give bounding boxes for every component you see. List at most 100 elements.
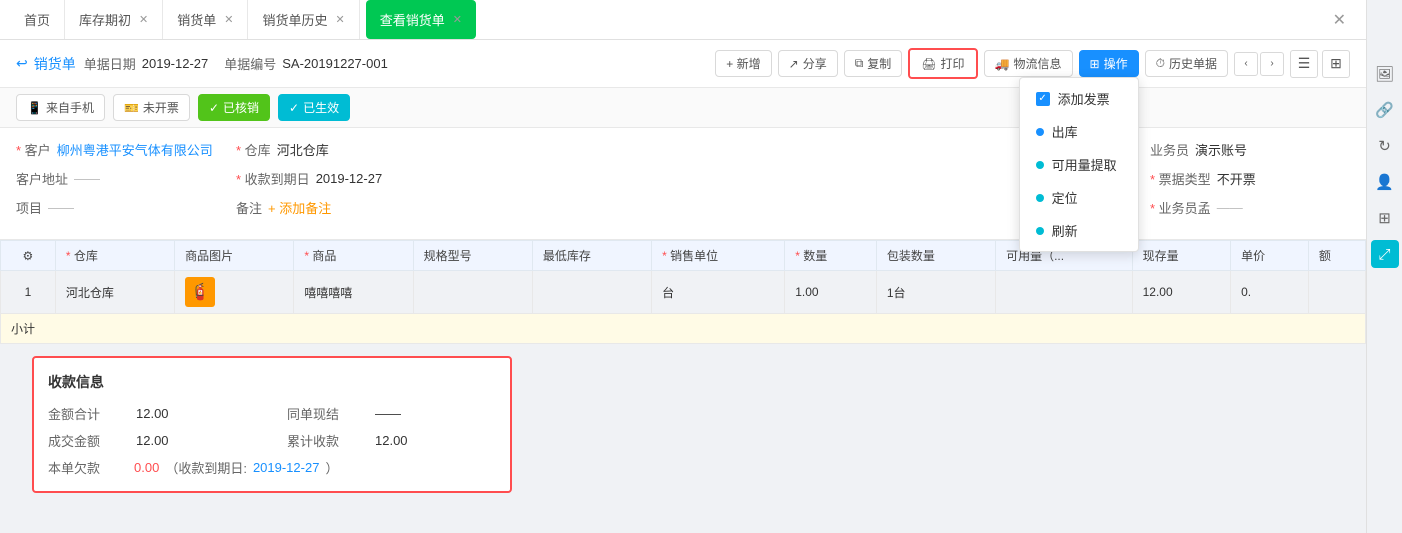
tab-inventory-init[interactable]: 库存期初 ✕ xyxy=(65,0,163,39)
close-tab-inventory[interactable]: ✕ xyxy=(139,13,148,26)
doc-title: ↩ 销货单 xyxy=(16,54,76,74)
same-order-settlement-item: 同单现结 —— xyxy=(287,404,496,423)
table-section: ⚙ 仓库 商品图片 商品 规格型号 最低库存 销售单位 数量 包装数量 可用量（… xyxy=(0,240,1366,344)
staff-field: 业务员 演示账号 xyxy=(1150,140,1350,159)
warehouse-col-header: 仓库 xyxy=(55,241,174,271)
deal-amount-value: 12.00 xyxy=(136,433,169,448)
data-table: ⚙ 仓库 商品图片 商品 规格型号 最低库存 销售单位 数量 包装数量 可用量（… xyxy=(0,240,1366,344)
tab-sales-order[interactable]: 销货单 ✕ xyxy=(163,0,248,39)
row-product: 嘻嘻嘻嘻 xyxy=(294,271,413,314)
row-min-stock xyxy=(532,271,651,314)
grid-icon: ⊞ xyxy=(1090,57,1100,71)
payment-due-field: 收款到期日 2019-12-27 xyxy=(236,169,436,188)
tab-bar: 首页 库存期初 ✕ 销货单 ✕ 销货单历史 ✕ 查看销货单 ✕ ✕ xyxy=(0,0,1366,40)
dropdown-add-invoice[interactable]: ✓ 添加发票 xyxy=(1020,82,1138,115)
toolbar-row: 📱 来自手机 🎫 未开票 ✓ 已核销 ✓ 已生效 xyxy=(0,88,1366,128)
row-warehouse: 河北仓库 xyxy=(55,271,174,314)
sales-unit-col-header: 销售单位 xyxy=(652,241,785,271)
effective-icon: ✓ xyxy=(289,101,299,115)
row-unit-price: 0. xyxy=(1231,271,1309,314)
tab-view-sales[interactable]: 查看销货单 ✕ xyxy=(366,0,476,39)
payment-due-value: 2019-12-27 xyxy=(316,171,383,186)
deal-amount-item: 成交金额 12.00 xyxy=(48,431,257,450)
unit-price-col-header: 单价 xyxy=(1231,241,1309,271)
refresh-dot xyxy=(1036,227,1044,235)
project-field: 项目 —— xyxy=(16,198,216,217)
sidebar-link-icon[interactable]: 🔗 xyxy=(1371,96,1399,124)
from-mobile-button[interactable]: 📱 来自手机 xyxy=(16,94,105,121)
nav-arrows: ‹ › xyxy=(1234,52,1284,76)
available-qty-dot xyxy=(1036,161,1044,169)
sidebar-expand-icon[interactable]: ⤢ xyxy=(1371,240,1399,268)
deal-amount-label: 成交金额 xyxy=(48,431,128,450)
row-product-img: 🧯 xyxy=(175,271,294,314)
subtotal-row: 小计 xyxy=(1,314,1366,344)
logistics-button[interactable]: 🚚 物流信息 xyxy=(984,50,1073,77)
confirmed-button[interactable]: ✓ 已核销 xyxy=(198,94,270,121)
effective-button[interactable]: ✓ 已生效 xyxy=(278,94,350,121)
cumulative-receipt-value: 12.00 xyxy=(375,433,408,448)
operations-dropdown-menu: ✓ 添加发票 出库 可用量提取 定位 xyxy=(1019,77,1139,252)
address-value: —— xyxy=(74,171,100,186)
dropdown-out-warehouse[interactable]: 出库 xyxy=(1020,115,1138,148)
list-view-icon[interactable]: ☰ xyxy=(1290,50,1318,78)
total-amount-value: 12.00 xyxy=(136,406,169,421)
cumulative-receipt-item: 累计收款 12.00 xyxy=(287,431,496,450)
sidebar-user-icon[interactable]: 👤 xyxy=(1371,168,1399,196)
staff-value: 演示账号 xyxy=(1195,140,1247,159)
right-sidebar: 🖼 🔗 ↻ 👤 ⊞ ⤢ xyxy=(1366,0,1402,533)
order-balance-value: 0.00 xyxy=(134,460,159,475)
package-qty-col-header: 包装数量 xyxy=(876,241,995,271)
row-package-qty: 1台 xyxy=(876,271,995,314)
print-icon: 🖨 xyxy=(921,57,936,71)
sidebar-refresh-icon[interactable]: ↻ xyxy=(1371,132,1399,160)
doc-title-icon: ↩ xyxy=(16,55,28,72)
sidebar-image-icon[interactable]: 🖼 xyxy=(1371,60,1399,88)
salesperson-value: —— xyxy=(1217,200,1243,215)
warehouse-field: 仓库 河北仓库 xyxy=(236,140,436,159)
dropdown-available-qty[interactable]: 可用量提取 xyxy=(1020,148,1138,181)
not-opened-button[interactable]: 🎫 未开票 xyxy=(113,94,190,121)
copy-button[interactable]: ⧉ 复制 xyxy=(844,50,903,77)
order-balance-item: 本单欠款 0.00 （收款到期日: 2019-12-27 ） xyxy=(48,458,496,477)
close-tab-view-sales[interactable]: ✕ xyxy=(453,13,462,26)
next-arrow[interactable]: › xyxy=(1260,52,1284,76)
print-btn-wrapper: 🖨 打印 xyxy=(908,48,977,79)
copy-icon: ⧉ xyxy=(855,56,864,71)
table-header-row: ⚙ 仓库 商品图片 商品 规格型号 最低库存 销售单位 数量 包装数量 可用量（… xyxy=(1,241,1366,271)
form-row-3: 项目 —— 备注 + 添加备注 业务员孟 —— xyxy=(16,198,1350,217)
order-balance-label: 本单欠款 xyxy=(48,458,128,477)
doc-number: 单据编号 SA-20191227-001 xyxy=(224,54,388,73)
tab-sales-history[interactable]: 销货单历史 ✕ xyxy=(248,0,359,39)
close-tab-sales-order[interactable]: ✕ xyxy=(224,13,233,26)
row-sales-unit: 台 xyxy=(652,271,785,314)
row-quantity: 1.00 xyxy=(785,271,877,314)
due-date-value: 2019-12-27 xyxy=(253,460,320,475)
same-order-label: 同单现结 xyxy=(287,404,367,423)
cumulative-receipt-label: 累计收款 xyxy=(287,431,367,450)
settings-col-header[interactable]: ⚙ xyxy=(1,241,56,271)
customer-value[interactable]: 柳州粤港平安气体有限公司 xyxy=(57,140,213,159)
history-button[interactable]: ⏱ 历史单据 xyxy=(1145,50,1228,77)
dropdown-location[interactable]: 定位 xyxy=(1020,181,1138,214)
sidebar-table-icon[interactable]: ⊞ xyxy=(1371,204,1399,232)
new-button[interactable]: + 新增 xyxy=(715,50,771,77)
operations-button[interactable]: ⊞ 操作 xyxy=(1079,50,1139,77)
share-button[interactable]: ↗ 分享 xyxy=(778,50,838,77)
close-tab-sales-history[interactable]: ✕ xyxy=(336,13,345,26)
form-section: 客户 柳州粤港平安气体有限公司 仓库 河北仓库 业务员 演示账号 客户地址 ——… xyxy=(0,128,1366,240)
grid-view-icon[interactable]: ⊞ xyxy=(1322,50,1350,78)
note-field: 备注 + 添加备注 xyxy=(236,198,436,217)
tab-home[interactable]: 首页 xyxy=(10,0,65,39)
ticket-icon: 🎫 xyxy=(124,101,139,115)
print-button[interactable]: 🖨 打印 xyxy=(911,51,974,76)
add-note-button[interactable]: + 添加备注 xyxy=(268,198,331,217)
dropdown-refresh[interactable]: 刷新 xyxy=(1020,214,1138,247)
doc-actions: + 新增 ↗ 分享 ⧉ 复制 🖨 打印 🚚 物流信息 ⊞ xyxy=(715,48,1350,79)
close-all-tabs[interactable]: ✕ xyxy=(1323,10,1356,30)
check-icon: ✓ xyxy=(209,101,219,115)
prev-arrow[interactable]: ‹ xyxy=(1234,52,1258,76)
truck-icon: 🚚 xyxy=(995,57,1010,71)
row-available xyxy=(996,271,1133,314)
location-dot xyxy=(1036,194,1044,202)
